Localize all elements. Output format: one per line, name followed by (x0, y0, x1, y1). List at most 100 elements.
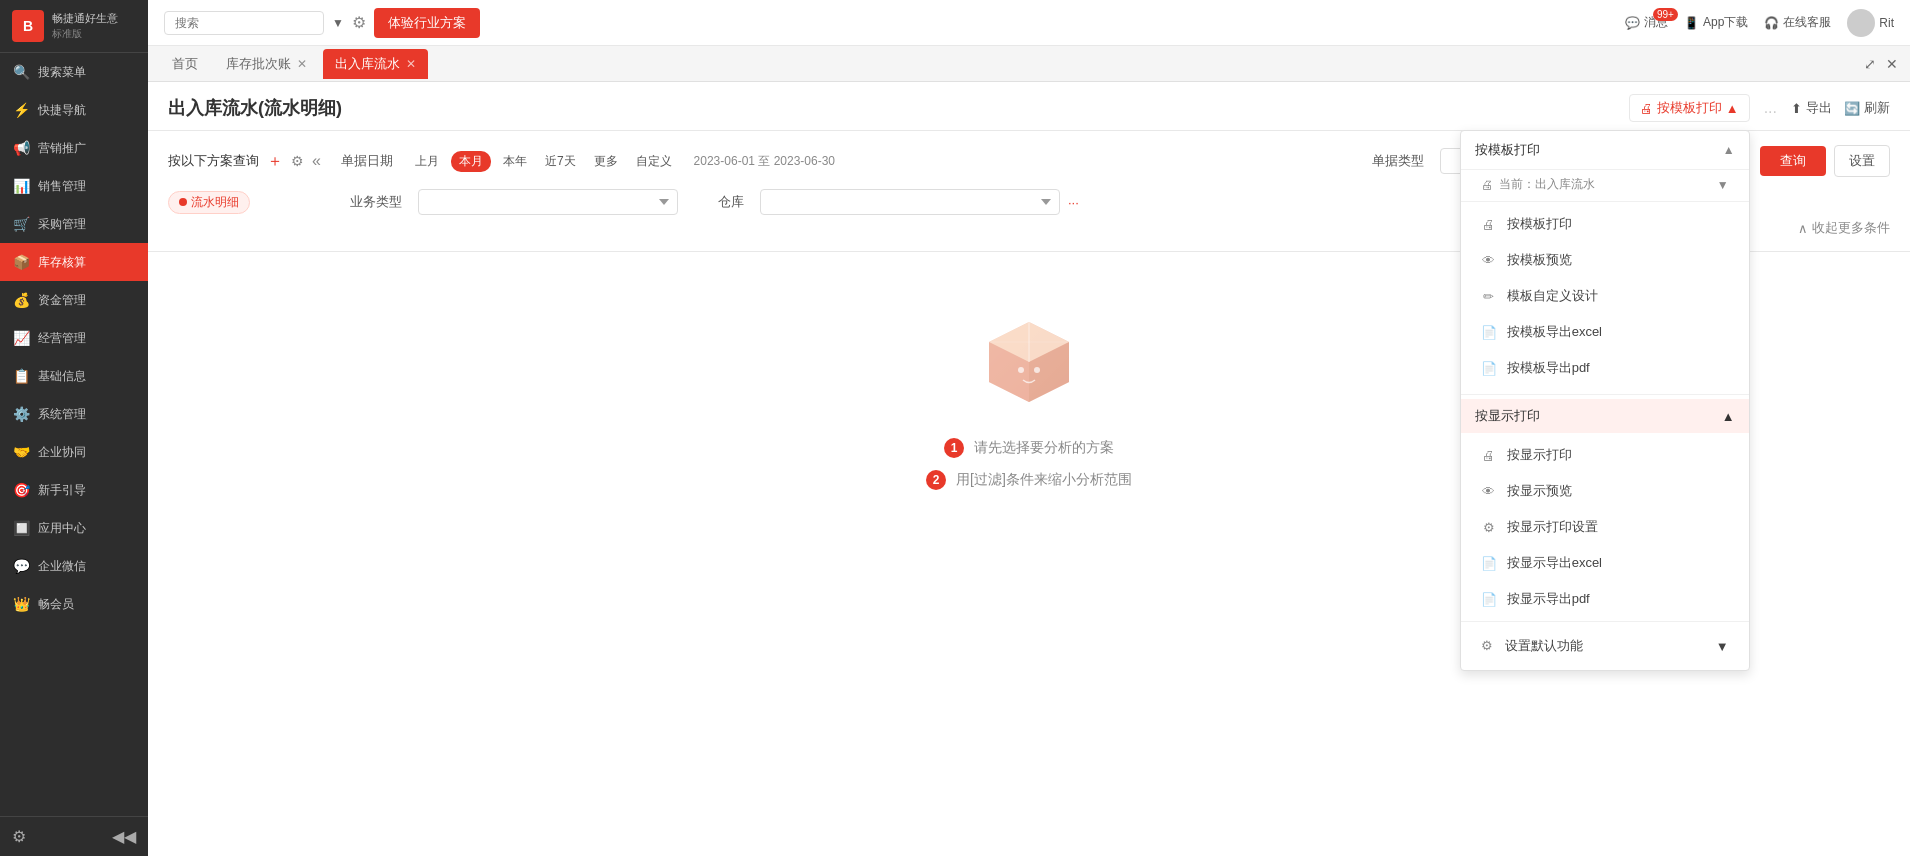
display-pdf-label: 按显示导出pdf (1507, 590, 1590, 608)
date-label: 单据日期 (341, 152, 393, 170)
sidebar-item-basic[interactable]: 📋 基础信息 (0, 357, 148, 395)
sidebar-item-guide[interactable]: 🎯 新手引导 (0, 471, 148, 509)
dropdown-template-excel[interactable]: 📄 按模板导出excel (1461, 314, 1749, 350)
sidebar-item-sales[interactable]: 📊 销售管理 (0, 167, 148, 205)
date-range: 2023-06-01 至 2023-06-30 (694, 153, 835, 170)
page-actions: 🖨 按模板打印 ▲ 按模板打印 ▲ 🖨 当前：出入库流水 ▼ (1629, 94, 1890, 122)
app-download-btn[interactable]: 📱 App下载 (1684, 14, 1748, 31)
dropdown-template-preview[interactable]: 👁 按模板预览 (1461, 242, 1749, 278)
flow-tag: 流水明细 (168, 191, 250, 214)
dropdown-footer: ⚙ 设置默认功能 ▼ (1461, 621, 1749, 670)
sidebar-item-label: 畅会员 (38, 596, 74, 613)
tab-flow[interactable]: 出入库流水 ✕ (323, 49, 428, 79)
online-service-btn[interactable]: 🎧 在线客服 (1764, 14, 1831, 31)
warehouse-more-icon[interactable]: ··· (1068, 195, 1079, 210)
industry-btn[interactable]: 体验行业方案 (374, 8, 480, 38)
display-section-header[interactable]: 按显示打印 ▲ (1461, 399, 1749, 433)
phone-icon: 📱 (1684, 16, 1699, 30)
dropdown-template-pdf[interactable]: 📄 按模板导出pdf (1461, 350, 1749, 386)
sidebar-item-label: 搜索菜单 (38, 64, 86, 81)
date-option-this-month[interactable]: 本月 (451, 151, 491, 172)
sidebar-item-label: 资金管理 (38, 292, 86, 309)
settings-bottom-icon[interactable]: ⚙ (12, 827, 26, 846)
tab-batch[interactable]: 库存批次账 ✕ (214, 49, 319, 79)
default-icon: ⚙ (1481, 638, 1497, 654)
messages-btn[interactable]: 💬 消息 99+ (1625, 14, 1668, 31)
sidebar-item-inventory[interactable]: 📦 库存核算 (0, 243, 148, 281)
date-option-7days[interactable]: 近7天 (539, 151, 582, 172)
print-dropdown-panel: 按模板打印 ▲ 🖨 当前：出入库流水 ▼ 🖨 按模板打印 (1460, 130, 1750, 671)
date-options: 上月 本月 本年 近7天 更多 自定义 (409, 151, 678, 172)
sidebar-item-member[interactable]: 👑 畅会员 (0, 585, 148, 623)
messages-badge: 99+ (1653, 8, 1678, 21)
dropdown-current: 🖨 当前：出入库流水 ▼ (1461, 170, 1749, 202)
query-btn[interactable]: 查询 (1760, 146, 1826, 176)
pdf-icon-2: 📄 (1481, 591, 1497, 607)
main-area: ▼ ⚙ 体验行业方案 💬 消息 99+ 📱 App下载 🎧 在线客服 Rit (148, 0, 1910, 856)
business-type-filter: 业务类型 (350, 189, 678, 215)
pdf-icon: 📄 (1481, 360, 1497, 376)
refresh-btn[interactable]: 🔄 刷新 (1844, 99, 1890, 117)
search-input[interactable] (164, 11, 324, 35)
dropdown-display-pdf[interactable]: 📄 按显示导出pdf (1461, 581, 1749, 617)
settings-btn[interactable]: 设置 (1834, 145, 1890, 177)
tab-home[interactable]: 首页 (160, 49, 210, 79)
dropdown-display-preview[interactable]: 👁 按显示预览 (1461, 473, 1749, 509)
topbar-dropdown-btn[interactable]: ▼ (332, 16, 344, 30)
sidebar-item-shortcut[interactable]: ⚡ 快捷导航 (0, 91, 148, 129)
sidebar-nav: 🔍 搜索菜单 ⚡ 快捷导航 📢 营销推广 📊 销售管理 🛒 采购管理 📦 库存核… (0, 53, 148, 816)
add-filter-icon[interactable]: ＋ (267, 151, 283, 172)
tabbar-expand-icon[interactable]: ⤢ ✕ (1864, 56, 1898, 72)
money-icon: 💰 (12, 291, 30, 309)
sidebar-item-purchase[interactable]: 🛒 采购管理 (0, 205, 148, 243)
close-all-icon[interactable]: ✕ (1886, 56, 1898, 72)
flow-tag-container: 流水明细 (168, 191, 250, 214)
warehouse-select[interactable] (760, 189, 1060, 215)
tab-flow-close-icon[interactable]: ✕ (406, 57, 416, 71)
app-logo-icon: B (12, 10, 44, 42)
user-avatar-btn[interactable]: Rit (1847, 9, 1894, 37)
date-option-more[interactable]: 更多 (588, 151, 624, 172)
sidebar-item-collab[interactable]: 🤝 企业协同 (0, 433, 148, 471)
grid-icon: 🔲 (12, 519, 30, 537)
cart-icon: 🛒 (12, 215, 30, 233)
tab-batch-close-icon[interactable]: ✕ (297, 57, 307, 71)
dropdown-template-print[interactable]: 🖨 按模板打印 (1461, 206, 1749, 242)
sidebar-item-label: 系统管理 (38, 406, 86, 423)
sidebar-item-system[interactable]: ⚙️ 系统管理 (0, 395, 148, 433)
collapse-sidebar-icon[interactable]: ◀◀ (112, 827, 136, 846)
dropdown-title: 按模板打印 (1475, 141, 1540, 159)
export-btn[interactable]: ⬆ 导出 (1791, 99, 1832, 117)
sidebar-item-search[interactable]: 🔍 搜索菜单 (0, 53, 148, 91)
filter-collapse-icon[interactable]: « (312, 152, 321, 170)
business-type-select[interactable] (418, 189, 678, 215)
display-settings-label: 按显示打印设置 (1507, 518, 1598, 536)
dropdown-template-custom[interactable]: ✏ 模板自定义设计 (1461, 278, 1749, 314)
sidebar-item-finance[interactable]: 💰 资金管理 (0, 281, 148, 319)
preview-icon: 👁 (1481, 252, 1497, 268)
expand-icon[interactable]: ⤢ (1864, 56, 1876, 72)
business-type-label: 业务类型 (350, 193, 402, 211)
target-icon: 🎯 (12, 481, 30, 499)
empty-icon (979, 312, 1079, 412)
dropdown-display-settings[interactable]: ⚙ 按显示打印设置 (1461, 509, 1749, 545)
filter-settings-icon[interactable]: ⚙ (291, 153, 304, 169)
sidebar-item-marketing[interactable]: 📢 营销推广 (0, 129, 148, 167)
dropdown-display-print[interactable]: 🖨 按显示打印 (1461, 437, 1749, 473)
date-option-last-month[interactable]: 上月 (409, 151, 445, 172)
sidebar-item-wechat[interactable]: 💬 企业微信 (0, 547, 148, 585)
query-actions: 查询 设置 (1760, 145, 1890, 177)
date-filter: 单据日期 上月 本月 本年 近7天 更多 自定义 2023-06-01 至 20… (341, 151, 1352, 172)
dropdown-collapse-icon[interactable]: ▲ (1723, 143, 1735, 157)
preview-icon-2: 👁 (1481, 483, 1497, 499)
sidebar-item-operations[interactable]: 📈 经营管理 (0, 319, 148, 357)
date-option-this-year[interactable]: 本年 (497, 151, 533, 172)
set-default-btn[interactable]: ⚙ 设置默认功能 ▼ (1475, 630, 1735, 662)
dropdown-display-excel[interactable]: 📄 按显示导出excel (1461, 545, 1749, 581)
current-dropdown-arrow: ▼ (1717, 178, 1729, 192)
topbar-gear-icon[interactable]: ⚙ (352, 13, 366, 32)
sidebar-item-app-center[interactable]: 🔲 应用中心 (0, 509, 148, 547)
print-btn[interactable]: 🖨 按模板打印 ▲ (1629, 94, 1750, 122)
headset-icon: 🎧 (1764, 16, 1779, 30)
date-option-custom[interactable]: 自定义 (630, 151, 678, 172)
